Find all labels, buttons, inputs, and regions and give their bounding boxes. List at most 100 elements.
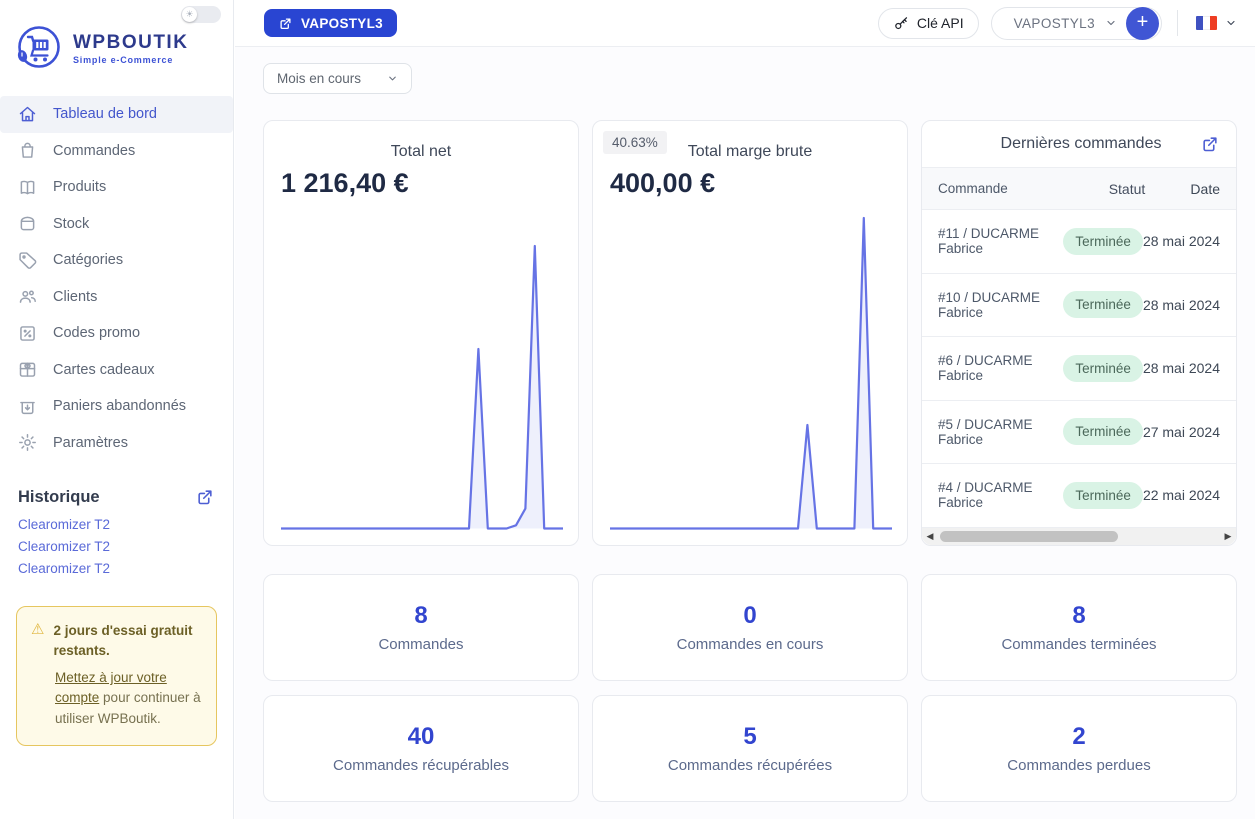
sidebar-item-label: Paramètres [53, 434, 128, 451]
view-shop-button[interactable]: VAPOSTYL3 [264, 9, 397, 37]
external-link-icon [278, 16, 293, 31]
stat-value: 8 [414, 602, 428, 629]
shop-button-label: VAPOSTYL3 [301, 15, 383, 31]
sidebar-item-cartes-cadeaux[interactable]: Cartes cadeaux [0, 352, 233, 389]
order-cell: #5 / DUCARME Fabrice [938, 416, 1033, 447]
status-badge: Terminée [1063, 418, 1143, 446]
main-content: Mois en cours Total net 1 216,40 € 40.63… [235, 47, 1255, 819]
total-net-chart [281, 244, 563, 530]
stat-label: Commandes perdues [1007, 757, 1151, 774]
shop-selector-value: VAPOSTYL3 [1013, 15, 1095, 31]
sidebar-item-clients[interactable]: Clients [0, 279, 233, 316]
stat-value: 8 [1072, 602, 1086, 629]
stock-box-icon [17, 213, 38, 234]
stat-card-commandes-recuperables: 40 Commandes récupérables [263, 695, 579, 802]
stat-value: 5 [743, 723, 757, 750]
topbar: VAPOSTYL3 Clé API VAPOSTYL3 + [235, 0, 1255, 47]
stat-card-commandes: 8 Commandes [263, 574, 579, 681]
brand-subtitle: Simple e-Commerce [73, 54, 174, 65]
sidebar-item-label: Clients [53, 288, 98, 305]
sidebar-item-commandes[interactable]: Commandes [0, 133, 233, 170]
date-cell: 27 mai 2024 [1142, 423, 1220, 440]
history-title: Historique [18, 487, 100, 506]
scroll-left-arrow[interactable]: ◀ [922, 531, 938, 542]
sun-icon: ☀ [182, 7, 197, 22]
marge-brute-card: 40.63% Total marge brute 400,00 € [592, 120, 908, 546]
order-cell: #4 / DUCARME Fabrice [938, 480, 1033, 511]
stat-value: 0 [743, 602, 757, 629]
status-badge: Terminée [1063, 291, 1143, 319]
wpboutik-dashboard: ☀ WPBOUTIK Simple e-Commerce Tableau de … [0, 0, 1255, 819]
book-icon [17, 177, 38, 198]
stat-card-commandes-perdues: 2 Commandes perdues [921, 695, 1237, 802]
chevron-down-icon [387, 73, 398, 84]
home-icon [17, 104, 38, 125]
sidebar-item-produits[interactable]: Produits [0, 169, 233, 206]
sidebar-item-label: Tableau de bord [53, 106, 157, 123]
sidebar-item-label: Commandes [53, 142, 136, 159]
marge-brute-chart [610, 216, 892, 530]
sidebar-item-label: Catégories [53, 252, 124, 269]
last-orders-title: Dernières commandes [1000, 135, 1162, 152]
stat-label: Commandes terminées [1001, 636, 1157, 653]
margin-percent-badge: 40.63% [603, 131, 667, 154]
status-badge: Terminée [1063, 481, 1143, 509]
status-badge: Terminée [1063, 227, 1143, 255]
scrollbar-thumb[interactable] [940, 531, 1118, 542]
last-orders-card: Dernières commandes Commande Statut Date… [921, 120, 1237, 546]
external-link-icon[interactable] [1200, 134, 1220, 154]
stat-label: Commandes récupérables [333, 757, 509, 774]
api-button-label: Clé API [916, 15, 964, 31]
french-flag-icon [1196, 16, 1217, 30]
col-header-statut: Statut [1108, 180, 1146, 197]
sidebar-item-paniers-abandonnes[interactable]: Paniers abandonnés [0, 388, 233, 425]
sidebar-item-label: Codes promo [53, 325, 141, 342]
stat-label: Commandes [378, 636, 464, 653]
order-cell: #10 / DUCARME Fabrice [938, 289, 1041, 320]
order-cell: #6 / DUCARME Fabrice [938, 353, 1033, 384]
tag-icon [17, 250, 38, 271]
key-icon [893, 15, 910, 32]
date-cell: 28 mai 2024 [1142, 296, 1220, 313]
date-cell: 28 mai 2024 [1142, 360, 1220, 377]
horizontal-scrollbar[interactable]: ◀ ▶ [922, 528, 1236, 545]
sidebar-item-categories[interactable]: Catégories [0, 242, 233, 279]
promo-ticket-icon [17, 323, 38, 344]
scroll-right-arrow[interactable]: ▶ [1220, 531, 1236, 542]
external-link-icon[interactable] [195, 487, 215, 507]
api-key-button[interactable]: Clé API [877, 7, 979, 39]
theme-toggle[interactable]: ☀ [181, 6, 221, 23]
sidebar-item-tableau-de-bord[interactable]: Tableau de bord [0, 96, 233, 133]
table-row[interactable]: #4 / DUCARME Fabrice Terminée 22 mai 202… [922, 464, 1236, 528]
sidebar-item-label: Stock [53, 215, 90, 232]
sidebar-item-codes-promo[interactable]: Codes promo [0, 315, 233, 352]
total-net-title: Total net [390, 143, 452, 160]
header-divider [1177, 10, 1178, 36]
sidebar-item-label: Produits [53, 179, 107, 196]
total-net-card: Total net 1 216,40 € [263, 120, 579, 546]
stat-value: 40 [407, 723, 435, 750]
history-link[interactable]: Clearomizer T2 [18, 517, 215, 532]
table-row[interactable]: #10 / DUCARME Fabrice Terminée 28 mai 20… [922, 273, 1236, 337]
marge-brute-value: 400,00 € [610, 168, 716, 198]
add-shop-button[interactable]: + [1126, 6, 1159, 40]
sidebar-item-stock[interactable]: Stock [0, 206, 233, 243]
table-row[interactable]: #5 / DUCARME Fabrice Terminée 27 mai 202… [922, 400, 1236, 464]
language-selector[interactable] [1196, 16, 1237, 30]
trial-warning-box: ⚠ 2 jours d'essai gratuit restants. Mett… [16, 606, 217, 746]
history-link[interactable]: Clearomizer T2 [18, 539, 215, 554]
col-header-date: Date [1190, 180, 1220, 197]
table-row[interactable]: #6 / DUCARME Fabrice Terminée 28 mai 202… [922, 337, 1236, 401]
orders-table-header: Commande Statut Date [922, 167, 1236, 210]
table-row[interactable]: #11 / DUCARME Fabrice Terminée 28 mai 20… [922, 210, 1236, 274]
sidebar-nav: Tableau de bord Commandes Produits Stock… [0, 96, 233, 461]
date-cell: 22 mai 2024 [1142, 487, 1220, 504]
period-select[interactable]: Mois en cours [263, 63, 413, 94]
col-header-commande: Commande [938, 181, 1008, 196]
history-link[interactable]: Clearomizer T2 [18, 561, 215, 576]
users-icon [17, 286, 38, 307]
stat-label: Commandes en cours [676, 636, 824, 653]
sidebar-item-parametres[interactable]: Paramètres [0, 425, 233, 462]
sidebar-item-label: Paniers abandonnés [53, 398, 187, 415]
gear-icon [17, 432, 38, 453]
